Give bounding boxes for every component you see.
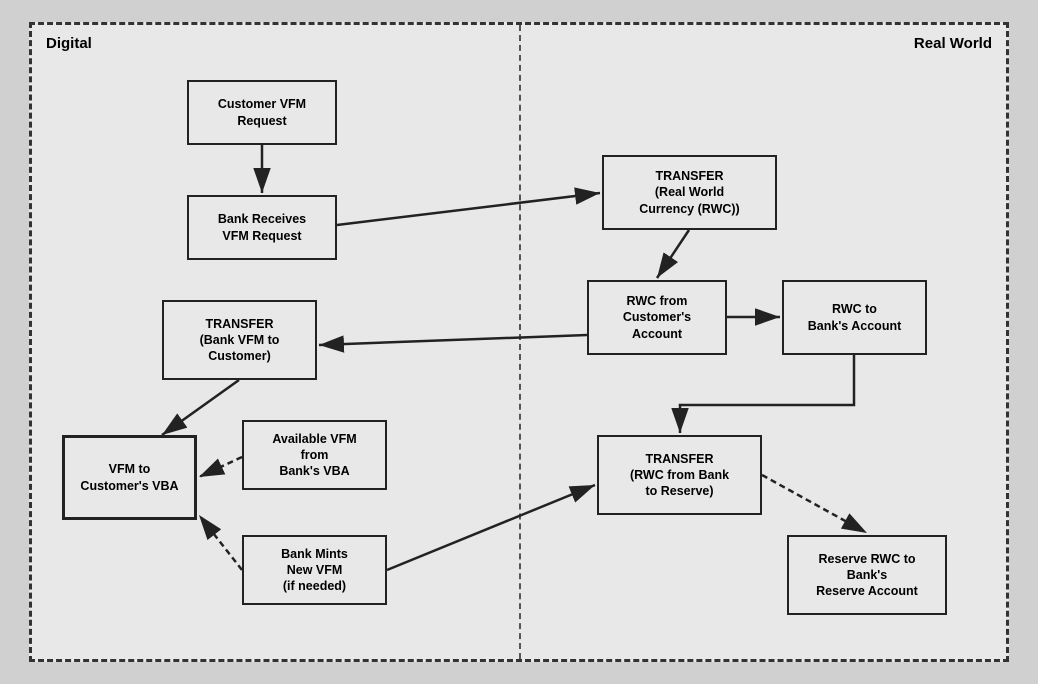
- transfer-rwc-reserve: TRANSFER(RWC from Bankto Reserve): [597, 435, 762, 515]
- bank-mints-vfm: Bank MintsNew VFM(if needed): [242, 535, 387, 605]
- diagram: Digital Real World: [29, 22, 1009, 662]
- reserve-rwc: Reserve RWC toBank'sReserve Account: [787, 535, 947, 615]
- transfer-bank-vfm: TRANSFER(Bank VFM toCustomer): [162, 300, 317, 380]
- vertical-divider: [519, 25, 521, 659]
- bank-receives-vfm: Bank ReceivesVFM Request: [187, 195, 337, 260]
- realworld-label: Real World: [914, 35, 992, 52]
- vfm-to-customer-vba: VFM toCustomer's VBA: [62, 435, 197, 520]
- rwc-to-bank: RWC toBank's Account: [782, 280, 927, 355]
- customer-vfm-request: Customer VFMRequest: [187, 80, 337, 145]
- digital-label: Digital: [46, 35, 92, 52]
- rwc-from-customer: RWC fromCustomer'sAccount: [587, 280, 727, 355]
- transfer-real-world: TRANSFER(Real WorldCurrency (RWC)): [602, 155, 777, 230]
- available-vfm: Available VFMfromBank's VBA: [242, 420, 387, 490]
